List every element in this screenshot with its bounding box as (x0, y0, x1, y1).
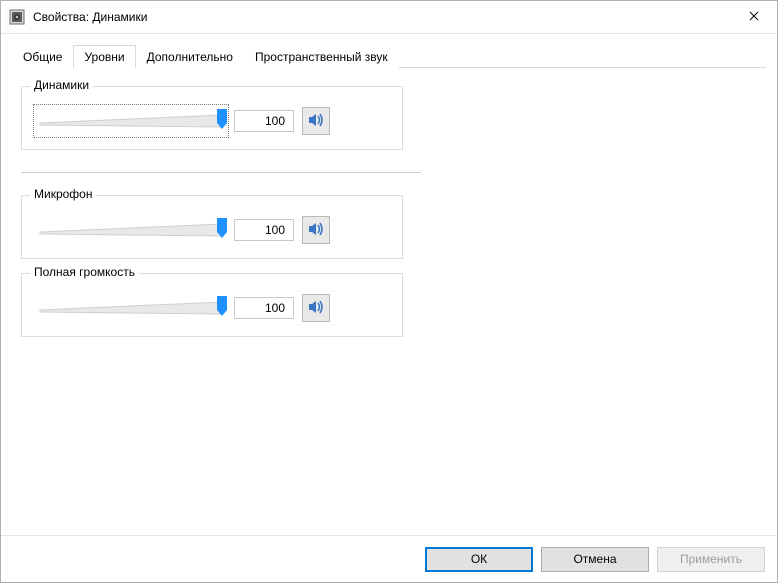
group-full-volume-label: Полная громкость (30, 265, 139, 279)
ok-button[interactable]: ОК (425, 547, 533, 572)
slider-full-volume[interactable] (36, 294, 226, 322)
separator (21, 172, 421, 173)
tab-spatial-sound[interactable]: Пространственный звук (244, 45, 399, 68)
mute-speakers-button[interactable] (302, 107, 330, 135)
slider-track-icon (36, 109, 226, 133)
group-microphone: Микрофон 100 (21, 195, 403, 259)
cancel-button[interactable]: Отмена (541, 547, 649, 572)
speaker-icon (307, 111, 325, 132)
slider-thumb-icon (217, 296, 227, 316)
tab-general[interactable]: Общие (12, 45, 73, 68)
tab-levels[interactable]: Уровни (73, 45, 135, 68)
mute-full-volume-button[interactable] (302, 294, 330, 322)
titlebar: Свойства: Динамики (1, 1, 777, 34)
close-button[interactable] (731, 1, 777, 33)
value-speakers[interactable]: 100 (234, 110, 294, 132)
close-icon (749, 10, 759, 24)
apply-button: Применить (657, 547, 765, 572)
group-microphone-label: Микрофон (30, 187, 96, 201)
tabstrip: Общие Уровни Дополнительно Пространствен… (1, 34, 777, 68)
slider-track-icon (36, 218, 226, 242)
group-speakers: Динамики 100 (21, 86, 403, 150)
value-full-volume[interactable]: 100 (234, 297, 294, 319)
dialog-footer: ОК Отмена Применить (1, 535, 777, 582)
group-speakers-label: Динамики (30, 78, 93, 92)
slider-speakers[interactable] (36, 107, 226, 135)
group-full-volume: Полная громкость 100 (21, 273, 403, 337)
slider-track-icon (36, 296, 226, 320)
properties-dialog: Свойства: Динамики Общие Уровни Дополнит… (0, 0, 778, 583)
speaker-icon (307, 220, 325, 241)
app-icon (9, 9, 25, 25)
slider-thumb-icon (217, 109, 227, 129)
slider-thumb-icon (217, 218, 227, 238)
value-microphone[interactable]: 100 (234, 219, 294, 241)
tab-advanced[interactable]: Дополнительно (136, 45, 244, 68)
slider-microphone[interactable] (36, 216, 226, 244)
speaker-icon (307, 298, 325, 319)
mute-microphone-button[interactable] (302, 216, 330, 244)
tab-content-levels: Динамики 100 (1, 68, 777, 535)
window-title: Свойства: Динамики (33, 10, 731, 24)
